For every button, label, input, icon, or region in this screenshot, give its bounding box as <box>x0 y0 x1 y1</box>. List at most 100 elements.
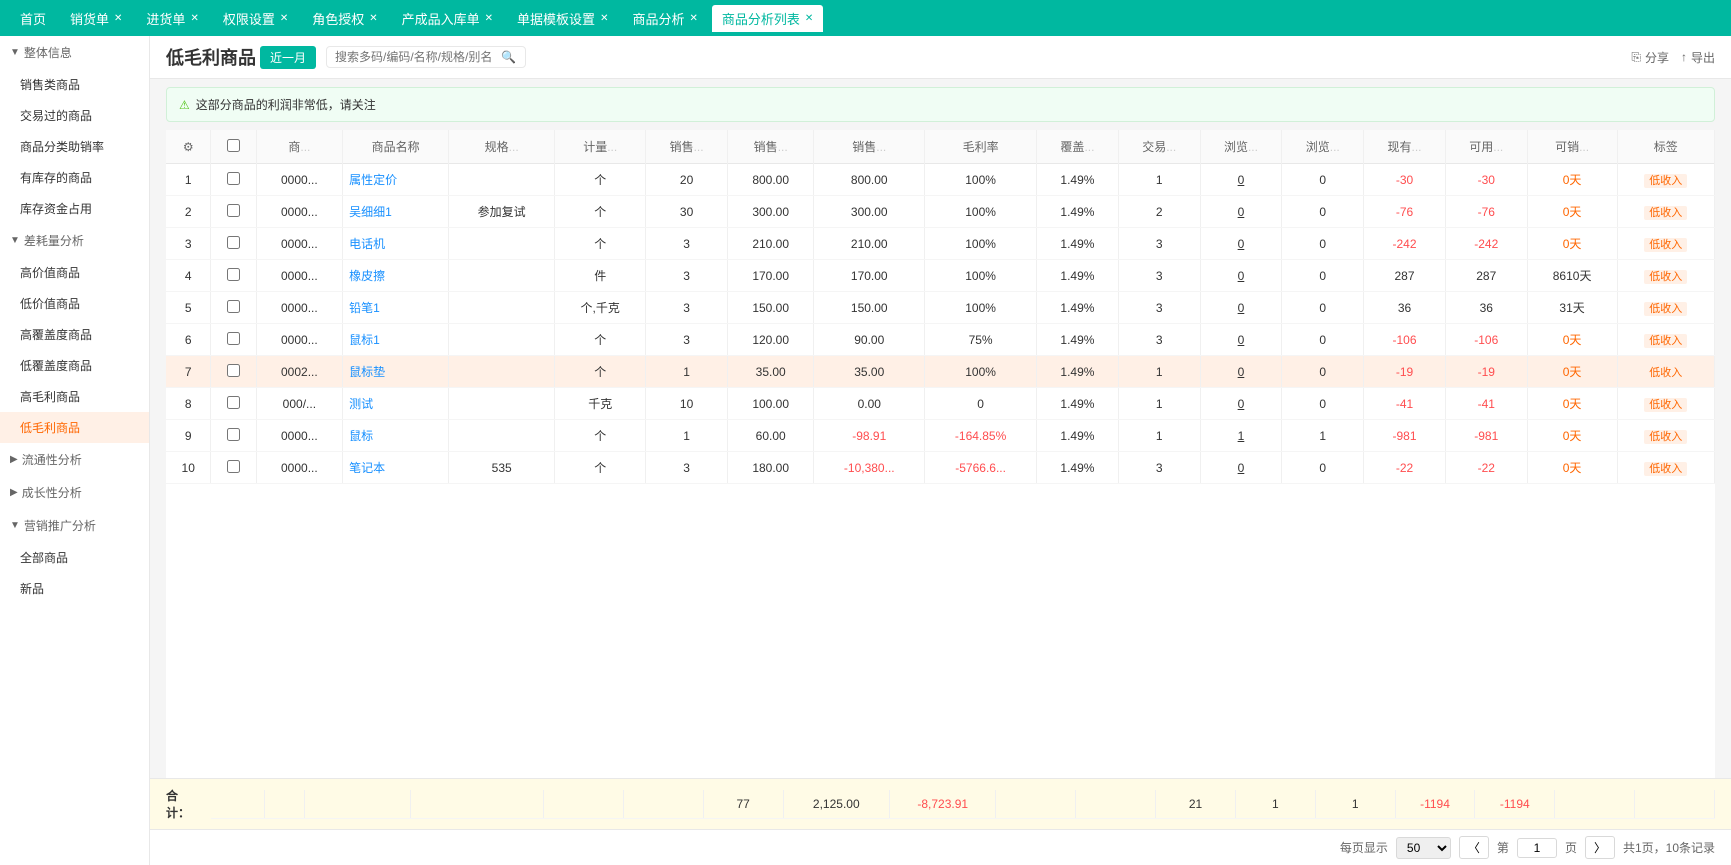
search-icon[interactable]: 🔍 <box>501 50 516 64</box>
col-settings[interactable]: ⚙ <box>166 130 211 164</box>
cell-browse1[interactable]: 0 <box>1200 196 1282 228</box>
cell-name[interactable]: 测试 <box>343 388 449 420</box>
cell-check[interactable] <box>211 324 256 356</box>
cell-browse1[interactable]: 1 <box>1200 420 1282 452</box>
cell-browse1[interactable]: 0 <box>1200 452 1282 484</box>
nav-products-inbound[interactable]: 产成品入库单 ✕ <box>392 5 503 32</box>
cell-browse1[interactable]: 0 <box>1200 228 1282 260</box>
cell-name[interactable]: 鼠标1 <box>343 324 449 356</box>
share-button[interactable]: ⎘ 分享 <box>1631 49 1669 66</box>
sidebar-item-low-margin[interactable]: 低毛利商品 <box>0 412 149 443</box>
cell-check[interactable] <box>211 260 256 292</box>
prev-page-button[interactable]: 〈 <box>1459 836 1489 859</box>
sidebar-item-low-value[interactable]: 低价值商品 <box>0 288 149 319</box>
sidebar-item-stock-products[interactable]: 有库存的商品 <box>0 162 149 193</box>
cell-browse1[interactable]: 0 <box>1200 388 1282 420</box>
nav-home[interactable]: 首页 <box>10 5 56 32</box>
cell-name[interactable]: 吴细细1 <box>343 196 449 228</box>
sidebar-section-overall[interactable]: ▼ 整体信息 <box>0 36 149 69</box>
sidebar-section-growth[interactable]: ▶ 成长性分析 <box>0 476 149 509</box>
cell-check[interactable] <box>211 420 256 452</box>
table-header-row: ⚙ 商... 商品名称 规格... 计量... 销售... 销售... 销售..… <box>166 130 1715 164</box>
select-all-checkbox[interactable] <box>227 139 240 152</box>
tag-label: 低收入 <box>1644 270 1687 284</box>
sidebar-item-high-value[interactable]: 高价值商品 <box>0 257 149 288</box>
data-table-container[interactable]: ⚙ 商... 商品名称 规格... 计量... 销售... 销售... 销售..… <box>166 130 1715 778</box>
nav-product-analysis[interactable]: 商品分析 ✕ <box>622 5 707 32</box>
sidebar-section-circulation[interactable]: ▶ 流通性分析 <box>0 443 149 476</box>
row-checkbox[interactable] <box>227 236 240 249</box>
sidebar-item-new-products[interactable]: 新品 <box>0 573 149 604</box>
close-icon[interactable]: ✕ <box>805 13 813 24</box>
row-checkbox[interactable] <box>227 204 240 217</box>
sidebar-item-inventory-funds[interactable]: 库存资金占用 <box>0 193 149 224</box>
col-check[interactable] <box>211 130 256 164</box>
cell-available: -19 <box>1445 356 1527 388</box>
cell-check[interactable] <box>211 228 256 260</box>
close-icon[interactable]: ✕ <box>600 13 608 24</box>
sidebar-item-high-margin[interactable]: 高毛利商品 <box>0 381 149 412</box>
nav-purchase[interactable]: 进货单 ✕ <box>136 5 208 32</box>
cell-tx-count: 3 <box>1118 324 1200 356</box>
cell-sales-profit: 300.00 <box>814 196 925 228</box>
row-checkbox[interactable] <box>227 396 240 409</box>
cell-check[interactable] <box>211 452 256 484</box>
search-input[interactable] <box>335 50 495 64</box>
sidebar-item-low-coverage[interactable]: 低覆盖度商品 <box>0 350 149 381</box>
nav-template-settings[interactable]: 单据模板设置 ✕ <box>507 5 618 32</box>
row-checkbox[interactable] <box>227 364 240 377</box>
nav-roles[interactable]: 角色授权 ✕ <box>302 5 387 32</box>
cell-check[interactable] <box>211 164 256 196</box>
row-checkbox[interactable] <box>227 300 240 313</box>
cell-tag: 低收入 <box>1617 228 1714 260</box>
cell-browse1[interactable]: 0 <box>1200 356 1282 388</box>
sidebar-item-high-coverage[interactable]: 高覆盖度商品 <box>0 319 149 350</box>
cell-stock: -981 <box>1364 420 1446 452</box>
nav-product-analysis-list[interactable]: 商品分析列表 ✕ <box>712 5 823 32</box>
row-checkbox[interactable] <box>227 428 240 441</box>
current-page-input[interactable] <box>1517 838 1557 858</box>
sidebar-section-consumption[interactable]: ▼ 差耗量分析 <box>0 224 149 257</box>
close-icon[interactable]: ✕ <box>485 13 493 24</box>
sidebar-item-sales-products[interactable]: 销售类商品 <box>0 69 149 100</box>
cell-browse2: 0 <box>1282 164 1364 196</box>
row-checkbox[interactable] <box>227 332 240 345</box>
nav-permissions[interactable]: 权限设置 ✕ <box>213 5 298 32</box>
close-icon[interactable]: ✕ <box>689 13 697 24</box>
cell-spec <box>449 420 555 452</box>
cell-check[interactable] <box>211 196 256 228</box>
cell-browse1[interactable]: 0 <box>1200 260 1282 292</box>
next-page-button[interactable]: 〉 <box>1585 836 1615 859</box>
time-filter-button[interactable]: 近一月 <box>260 46 316 69</box>
close-icon[interactable]: ✕ <box>369 13 377 24</box>
sidebar-section-marketing[interactable]: ▼ 营销推广分析 <box>0 509 149 542</box>
cell-name[interactable]: 属性定价 <box>343 164 449 196</box>
sidebar-item-all-products[interactable]: 全部商品 <box>0 542 149 573</box>
export-button[interactable]: ↑ 导出 <box>1681 49 1715 66</box>
cell-name[interactable]: 铅笔1 <box>343 292 449 324</box>
row-checkbox[interactable] <box>227 460 240 473</box>
cell-gross-rate: -164.85% <box>925 420 1037 452</box>
cell-name[interactable]: 鼠标 <box>343 420 449 452</box>
cell-name[interactable]: 鼠标垫 <box>343 356 449 388</box>
sidebar-item-category-rate[interactable]: 商品分类助销率 <box>0 131 149 162</box>
pagination-bar: 每页显示 50 100 〈 第 页 〉 共1页，10条记录 <box>150 829 1731 865</box>
table-row: 9 0000... 鼠标 个 1 60.00 -98.91 -164.85% 1… <box>166 420 1715 452</box>
cell-name[interactable]: 笔记本 <box>343 452 449 484</box>
nav-sales[interactable]: 销货单 ✕ <box>60 5 132 32</box>
sidebar-item-traded-products[interactable]: 交易过的商品 <box>0 100 149 131</box>
cell-check[interactable] <box>211 292 256 324</box>
cell-browse1[interactable]: 0 <box>1200 324 1282 356</box>
row-checkbox[interactable] <box>227 172 240 185</box>
close-icon[interactable]: ✕ <box>280 13 288 24</box>
cell-browse1[interactable]: 0 <box>1200 292 1282 324</box>
close-icon[interactable]: ✕ <box>190 13 198 24</box>
cell-browse1[interactable]: 0 <box>1200 164 1282 196</box>
close-icon[interactable]: ✕ <box>114 13 122 24</box>
cell-name[interactable]: 橡皮擦 <box>343 260 449 292</box>
row-checkbox[interactable] <box>227 268 240 281</box>
cell-check[interactable] <box>211 388 256 420</box>
page-size-select[interactable]: 50 100 <box>1396 837 1451 859</box>
cell-name[interactable]: 电话机 <box>343 228 449 260</box>
cell-check[interactable] <box>211 356 256 388</box>
